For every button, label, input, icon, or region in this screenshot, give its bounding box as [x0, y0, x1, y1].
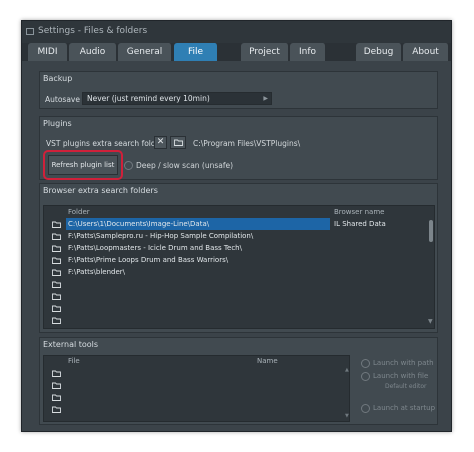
launch-with-file-label: Launch with file	[373, 372, 429, 380]
vst-search-folder-label: VST plugins extra search folder	[46, 139, 164, 148]
column-header-file: File	[68, 357, 80, 365]
folder-icon[interactable]	[52, 382, 61, 389]
tab-midi[interactable]: MIDI	[28, 43, 68, 61]
folder-icon[interactable]	[52, 406, 61, 413]
browser-folder-cell-folder: F:\Patts\Samplepro.ru - Hip-Hop Sample C…	[68, 232, 254, 240]
browser-folder-row[interactable]: C:\Users\1\Documents\Image-Line\Data\ IL …	[44, 218, 428, 230]
tab-project[interactable]: Project	[241, 43, 289, 61]
launch-at-startup-toggle[interactable]	[361, 404, 370, 413]
browser-folders-table[interactable]: Folder Browser name C:\Users\1\Documents…	[43, 205, 435, 329]
deep-scan-label: Deep / slow scan (unsafe)	[136, 161, 234, 170]
folder-icon[interactable]	[52, 293, 61, 300]
scroll-down-icon[interactable]: ▼	[345, 413, 349, 419]
title-bar[interactable]: Settings - Files & folders	[22, 21, 451, 43]
tab-file[interactable]: File	[174, 43, 218, 61]
tab-debug[interactable]: Debug	[356, 43, 402, 61]
column-header-folder: Folder	[68, 208, 90, 216]
external-tools-table[interactable]: File Name ▲ ▼	[43, 355, 350, 422]
settings-window: Settings - Files & folders MIDI Audio Ge…	[21, 20, 452, 432]
scroll-down-icon[interactable]: ▼	[428, 318, 433, 325]
autosave-value: Never (just remind every 10min)	[87, 94, 210, 103]
browser-folder-row[interactable]: F:\Patts\Loopmasters - Icicle Drum and B…	[44, 242, 428, 254]
folder-icon[interactable]	[52, 257, 61, 264]
launch-with-path-toggle[interactable]	[361, 359, 370, 368]
folder-icon[interactable]	[52, 394, 61, 401]
folder-icon[interactable]	[52, 317, 61, 324]
browser-folder-row[interactable]	[44, 302, 428, 314]
highlight-ring	[43, 150, 123, 180]
browser-folder-row[interactable]	[44, 278, 428, 290]
plugins-group: Plugins VST plugins extra search folder …	[39, 116, 438, 180]
folder-icon	[174, 139, 183, 146]
browser-folder-row[interactable]	[44, 314, 428, 326]
column-header-browser-name: Browser name	[334, 208, 385, 216]
deep-scan-toggle[interactable]	[124, 161, 133, 170]
backup-label: Backup	[43, 74, 73, 83]
tab-bar: MIDI Audio General File Project Info Deb…	[22, 43, 451, 61]
external-tools-group: External tools File Name ▲ ▼ Launch with…	[39, 337, 438, 425]
folder-icon[interactable]	[52, 245, 61, 252]
default-editor-label: Default editor	[385, 383, 427, 390]
column-header-name: Name	[257, 357, 278, 365]
folder-icon[interactable]	[52, 221, 61, 228]
folder-icon[interactable]	[52, 281, 61, 288]
external-tool-row[interactable]	[44, 367, 344, 379]
folder-icon[interactable]	[52, 305, 61, 312]
autosave-label: Autosave	[45, 95, 80, 104]
browser-folder-row[interactable]: F:\Patts\Samplepro.ru - Hip-Hop Sample C…	[44, 230, 428, 242]
vst-search-folder-path: C:\Program Files\VSTPlugins\	[193, 139, 301, 148]
scrollbar-thumb[interactable]	[429, 220, 433, 242]
browser-folders-label: Browser extra search folders	[43, 186, 158, 195]
launch-with-path-label: Launch with path	[373, 359, 434, 367]
browser-folder-cell-name: IL Shared Data	[334, 220, 386, 228]
chevron-right-icon: ▶	[263, 95, 268, 102]
tab-general[interactable]: General	[118, 43, 172, 61]
browse-folder-button[interactable]	[170, 136, 186, 149]
tab-about[interactable]: About	[403, 43, 449, 61]
launch-with-file-toggle[interactable]	[361, 372, 370, 381]
browser-folder-row[interactable]: F:\Patts\Prime Loops Drum and Bass Warri…	[44, 254, 428, 266]
external-tool-row[interactable]	[44, 403, 344, 415]
folder-icon[interactable]	[52, 370, 61, 377]
backup-group: Backup Autosave Never (just remind every…	[39, 71, 438, 109]
folder-icon[interactable]	[52, 233, 61, 240]
tab-audio[interactable]: Audio	[69, 43, 117, 61]
tab-info[interactable]: Info	[290, 43, 326, 61]
external-tool-row[interactable]	[44, 391, 344, 403]
folder-icon[interactable]	[52, 269, 61, 276]
plugins-label: Plugins	[43, 119, 72, 128]
browser-folder-row[interactable]	[44, 290, 428, 302]
external-tools-label: External tools	[43, 340, 99, 349]
browser-folder-cell-folder: F:\Patts\Loopmasters - Icicle Drum and B…	[68, 244, 242, 252]
scroll-up-icon[interactable]: ▲	[345, 367, 349, 373]
clear-folder-button[interactable]: ✕	[154, 136, 167, 149]
autosave-select[interactable]: Never (just remind every 10min) ▶	[82, 92, 272, 105]
external-tool-row[interactable]	[44, 379, 344, 391]
window-title: Settings - Files & folders	[38, 26, 148, 36]
launch-at-startup-label: Launch at startup	[373, 404, 436, 412]
close-icon: ✕	[156, 137, 165, 147]
browser-folder-cell-folder: F:\Patts\blender\	[68, 268, 126, 276]
browser-folder-row[interactable]: F:\Patts\blender\	[44, 266, 428, 278]
browser-folder-cell-folder: C:\Users\1\Documents\Image-Line\Data\	[66, 218, 330, 230]
browser-folder-cell-folder: F:\Patts\Prime Loops Drum and Bass Warri…	[68, 256, 229, 264]
window-icon	[26, 28, 34, 35]
browser-folders-group: Browser extra search folders Folder Brow…	[39, 183, 438, 333]
